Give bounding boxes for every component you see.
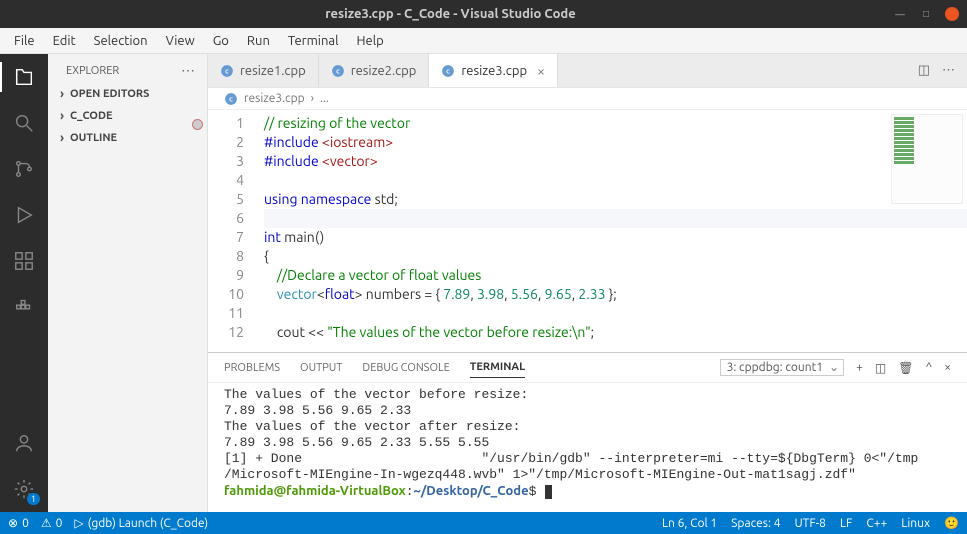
- breadcrumb-sep: ›: [311, 92, 314, 105]
- menu-edit[interactable]: Edit: [45, 31, 84, 51]
- statusbar: ⊗0 ⚠0 ▷(gdb) Launch (C_Code) Ln 6, Col 1 Sp…: [0, 512, 967, 534]
- sidebar-section-outline[interactable]: ›OUTLINE: [48, 127, 207, 149]
- status-item[interactable]: Linux: [901, 516, 930, 530]
- panel-tab-debug-console[interactable]: DEBUG CONSOLE: [362, 358, 449, 378]
- bottom-panel: PROBLEMS OUTPUT DEBUG CONSOLE TERMINAL 3: cp…: [208, 352, 967, 512]
- panel-tabs: PROBLEMS OUTPUT DEBUG CONSOLE TERMINAL 3: cp…: [208, 353, 967, 383]
- explorer-icon[interactable]: [11, 64, 37, 90]
- breadcrumb[interactable]: C resize3.cpp › ...: [208, 88, 967, 110]
- tab-resize3-cpp[interactable]: Cresize3.cpp×: [429, 54, 558, 87]
- accounts-icon[interactable]: [11, 430, 37, 456]
- more-actions-icon[interactable]: ⋯: [942, 63, 955, 78]
- cpp-file-icon: C: [224, 92, 238, 106]
- docker-icon[interactable]: [11, 294, 37, 320]
- activity-bar: 1: [0, 54, 48, 512]
- breadcrumb-file: resize3.cpp: [244, 92, 305, 105]
- window-controls: — □: [893, 7, 959, 21]
- cpp-file-icon: C: [220, 64, 234, 78]
- svg-text:C: C: [336, 69, 340, 75]
- status-item[interactable]: ⚠0: [41, 516, 63, 530]
- svg-text:C: C: [225, 69, 229, 75]
- menu-selection[interactable]: Selection: [86, 31, 156, 51]
- maximize-panel-icon[interactable]: ^: [925, 361, 932, 374]
- status-item[interactable]: ⊗0: [8, 516, 29, 530]
- editor-area: Cresize1.cppCresize2.cppCresize3.cpp×◫⋯ …: [208, 54, 967, 512]
- sidebar-section-c_code[interactable]: ›C_CODE: [48, 105, 207, 127]
- titlebar: resize3.cpp - C_Code - Visual Studio Cod…: [0, 0, 967, 28]
- extensions-icon[interactable]: [11, 248, 37, 274]
- menu-help[interactable]: Help: [348, 31, 391, 51]
- search-icon[interactable]: [11, 110, 37, 136]
- menu-file[interactable]: File: [6, 31, 43, 51]
- new-terminal-icon[interactable]: +: [856, 361, 863, 374]
- panel-tab-output[interactable]: OUTPUT: [300, 358, 342, 378]
- sidebar-section-open-editors[interactable]: ›OPEN EDITORS: [48, 83, 207, 105]
- main-area: 1 EXPLORER ⋯ ›OPEN EDITORS›C_CODE›OUTLIN…: [0, 54, 967, 512]
- status-item[interactable]: LF: [840, 516, 852, 530]
- chevron-right-icon: ›: [56, 109, 68, 123]
- status-item[interactable]: ▷(gdb) Launch (C_Code): [74, 516, 208, 530]
- panel-tab-problems[interactable]: PROBLEMS: [224, 358, 280, 378]
- breadcrumb-rest: ...: [320, 92, 329, 105]
- code-content[interactable]: // resizing of the vector#include <iostr…: [256, 110, 967, 352]
- menu-view[interactable]: View: [158, 31, 203, 51]
- svg-text:C: C: [447, 69, 451, 75]
- sidebar-title: EXPLORER: [66, 65, 119, 77]
- menu-terminal[interactable]: Terminal: [280, 31, 347, 51]
- maximize-button[interactable]: □: [919, 7, 933, 21]
- status-item[interactable]: 🙂: [944, 516, 959, 530]
- close-panel-icon[interactable]: ×: [944, 361, 951, 374]
- status-item[interactable]: UTF-8: [794, 516, 825, 530]
- tab-resize1-cpp[interactable]: Cresize1.cpp: [208, 54, 319, 87]
- explorer-sidebar: EXPLORER ⋯ ›OPEN EDITORS›C_CODE›OUTLINE: [48, 54, 208, 512]
- chevron-right-icon: ›: [56, 131, 68, 145]
- split-terminal-icon[interactable]: ◫: [875, 361, 886, 375]
- close-icon[interactable]: ×: [537, 63, 545, 79]
- line-gutter: 123456789101112: [208, 110, 256, 352]
- minimap[interactable]: [891, 114, 963, 204]
- source-control-icon[interactable]: [11, 156, 37, 182]
- menu-go[interactable]: Go: [205, 31, 237, 51]
- menu-run[interactable]: Run: [239, 31, 278, 51]
- run-debug-icon[interactable]: [11, 202, 37, 228]
- code-editor[interactable]: 123456789101112 // resizing of the vecto…: [208, 110, 967, 352]
- status-item[interactable]: Ln 6, Col 1: [662, 516, 717, 530]
- chevron-right-icon: ›: [56, 87, 68, 101]
- settings-badge: 1: [27, 493, 40, 505]
- status-item[interactable]: C++: [866, 516, 887, 530]
- svg-text:C: C: [229, 97, 233, 103]
- terminal-select[interactable]: 3: cppdbg: count1: [720, 359, 844, 376]
- sidebar-more-icon[interactable]: ⋯: [181, 62, 195, 79]
- sidebar-header: EXPLORER ⋯: [48, 54, 207, 83]
- status-item[interactable]: Spaces: 4: [731, 516, 780, 530]
- cpp-file-icon: C: [331, 64, 345, 78]
- window-title: resize3.cpp - C_Code - Visual Studio Cod…: [8, 7, 893, 21]
- settings-icon[interactable]: 1: [11, 476, 37, 502]
- kill-terminal-icon[interactable]: 🗑: [898, 361, 913, 375]
- terminal-output[interactable]: The values of the vector before resize: …: [208, 383, 967, 512]
- menubar: FileEditSelectionViewGoRunTerminalHelp: [0, 28, 967, 54]
- close-button[interactable]: [945, 7, 959, 21]
- editor-tabs: Cresize1.cppCresize2.cppCresize3.cpp× ◫ ⋯: [208, 54, 967, 88]
- minimize-button[interactable]: —: [893, 7, 907, 21]
- split-editor-icon[interactable]: ◫: [918, 63, 930, 78]
- cpp-file-icon: C: [441, 64, 455, 78]
- panel-tab-terminal[interactable]: TERMINAL: [470, 357, 525, 378]
- tab-resize2-cpp[interactable]: Cresize2.cpp: [319, 54, 430, 87]
